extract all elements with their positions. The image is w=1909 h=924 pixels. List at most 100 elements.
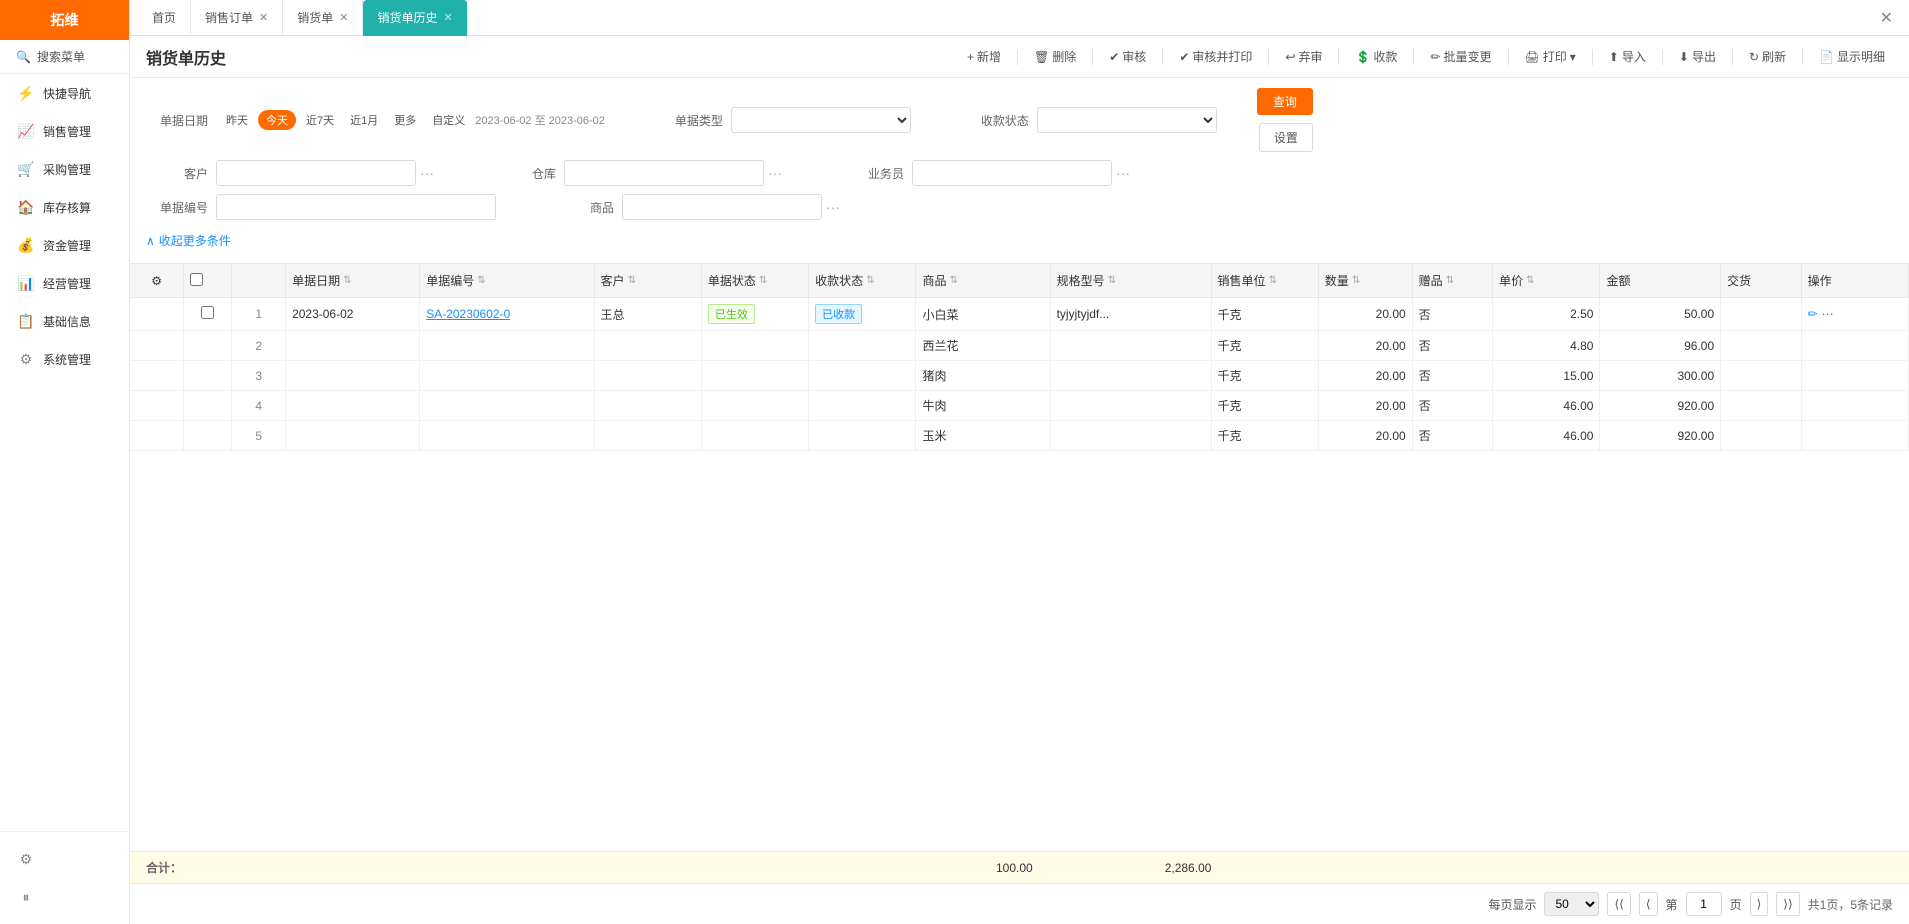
sidebar-item-sys-mgmt[interactable]: ⚙系统管理 bbox=[0, 340, 129, 378]
sidebar-search[interactable]: 🔍 搜索菜单 bbox=[0, 40, 129, 74]
product-select-icon[interactable]: ··· bbox=[822, 199, 844, 215]
toolbar-sep bbox=[1162, 49, 1163, 65]
date-shortcut-today[interactable]: 今天 bbox=[258, 110, 296, 130]
cell-check-2[interactable] bbox=[184, 361, 232, 391]
next-page-btn[interactable]: ⟩ bbox=[1750, 892, 1769, 916]
first-page-btn[interactable]: ⟨⟨ bbox=[1607, 892, 1630, 916]
tab-sales-order[interactable]: 销售订单✕ bbox=[191, 0, 283, 36]
th-gift[interactable]: 赠品⇅ bbox=[1412, 264, 1492, 298]
sidebar-item-quick-nav[interactable]: ⚡快捷导航 bbox=[0, 74, 129, 112]
th-recvstatus[interactable]: 收款状态⇅ bbox=[809, 264, 916, 298]
cell-customer-4 bbox=[594, 421, 701, 451]
sidebar-item-purchase-mgmt[interactable]: 🛒采购管理 bbox=[0, 150, 129, 188]
cell-code-0[interactable]: SA-20230602-0 bbox=[420, 298, 594, 331]
cell-spec-1 bbox=[1050, 331, 1211, 361]
docstatus-badge-0: 已生效 bbox=[708, 304, 755, 324]
tab-bar: 首页销售订单✕销货单✕销货单历史✕✕ bbox=[130, 0, 1909, 36]
toolbar-sep bbox=[1802, 49, 1803, 65]
cell-check-0[interactable] bbox=[184, 298, 232, 331]
toolbar-btn-export[interactable]: ⬇导出 bbox=[1671, 44, 1724, 69]
close-tab-sales-order[interactable]: ✕ bbox=[259, 11, 268, 24]
th-spec[interactable]: 规格型号⇅ bbox=[1050, 264, 1211, 298]
customer-select-icon[interactable]: ··· bbox=[416, 165, 438, 181]
tab-sales-history[interactable]: 销货单历史✕ bbox=[363, 0, 467, 36]
cell-check-4[interactable] bbox=[184, 421, 232, 451]
toolbar-btn-refresh[interactable]: ↻刷新 bbox=[1741, 44, 1794, 69]
cell-check-3[interactable] bbox=[184, 391, 232, 421]
th-gear[interactable]: ⚙ bbox=[130, 264, 184, 298]
toolbar-btn-review[interactable]: ✔审核 bbox=[1101, 44, 1154, 69]
cell-gift-0: 否 bbox=[1412, 298, 1492, 331]
th-price[interactable]: 单价⇅ bbox=[1493, 264, 1600, 298]
code-link-0[interactable]: SA-20230602-0 bbox=[426, 307, 510, 321]
sidebar-item-basic-info[interactable]: 📋基础信息 bbox=[0, 302, 129, 340]
cell-qty-4: 20.00 bbox=[1318, 421, 1412, 451]
sidebar-item-inventory[interactable]: 🏠库存核算 bbox=[0, 188, 129, 226]
filter-group-salesperson: 业务员 ··· bbox=[842, 160, 1134, 186]
prev-page-btn[interactable]: ⟨ bbox=[1639, 892, 1658, 916]
toolbar-btn-import[interactable]: ⬆导入 bbox=[1601, 44, 1654, 69]
toolbar-btn-abandon[interactable]: ↩弃审 bbox=[1277, 44, 1330, 69]
th-product[interactable]: 商品⇅ bbox=[916, 264, 1050, 298]
sort-unit-icon: ⇅ bbox=[1269, 275, 1277, 286]
chevron-up-icon: ∧ bbox=[146, 234, 155, 248]
sidebar-item-bottom2[interactable]: ⏸ bbox=[0, 878, 129, 916]
cell-product-4: 玉米 bbox=[916, 421, 1050, 451]
product-input[interactable] bbox=[622, 194, 822, 220]
th-unit[interactable]: 销售单位⇅ bbox=[1211, 264, 1318, 298]
toolbar-btn-add[interactable]: +新增 bbox=[959, 44, 1009, 69]
tab-home[interactable]: 首页 bbox=[138, 0, 191, 36]
close-all-tabs[interactable]: ✕ bbox=[1872, 8, 1901, 28]
th-docstatus[interactable]: 单据状态⇅ bbox=[701, 264, 808, 298]
th-date[interactable]: 单据日期⇅ bbox=[286, 264, 420, 298]
edit-btn-0[interactable]: ✏ bbox=[1808, 307, 1818, 321]
date-shortcut-last7[interactable]: 近7天 bbox=[300, 110, 340, 130]
toolbar-btn-delete[interactable]: 🗑删除 bbox=[1026, 44, 1084, 69]
doctype-select[interactable] bbox=[731, 107, 911, 133]
collapse-button[interactable]: ∧ 收起更多条件 bbox=[146, 228, 1893, 253]
date-shortcut-more[interactable]: 更多 bbox=[388, 110, 422, 130]
close-tab-sales-delivery[interactable]: ✕ bbox=[339, 11, 348, 24]
toolbar-btn-batch-change[interactable]: ✏批量变更 bbox=[1422, 44, 1499, 69]
th-qty[interactable]: 数量⇅ bbox=[1318, 264, 1412, 298]
th-code[interactable]: 单据编号⇅ bbox=[420, 264, 594, 298]
review-icon: ✔ bbox=[1109, 50, 1119, 64]
sidebar-item-ops-mgmt[interactable]: 📊经营管理 bbox=[0, 264, 129, 302]
more-btn-0[interactable]: ⋯ bbox=[1822, 307, 1834, 321]
sidebar-item-finance[interactable]: 💰资金管理 bbox=[0, 226, 129, 264]
query-button[interactable]: 查询 bbox=[1257, 88, 1313, 115]
sidebar-item-bottom1[interactable]: ⚙ bbox=[0, 840, 129, 878]
tab-sales-delivery[interactable]: 销货单✕ bbox=[283, 0, 363, 36]
cell-code-4 bbox=[420, 421, 594, 451]
last-page-btn[interactable]: ⟩⟩ bbox=[1776, 892, 1799, 916]
date-shortcut-yesterday[interactable]: 昨天 bbox=[220, 110, 254, 130]
customer-input[interactable] bbox=[216, 160, 416, 186]
close-tab-sales-history[interactable]: ✕ bbox=[444, 11, 453, 24]
page-size-select[interactable]: 2050100 bbox=[1544, 892, 1599, 916]
th-customer[interactable]: 客户⇅ bbox=[594, 264, 701, 298]
docno-input[interactable] bbox=[216, 194, 496, 220]
cell-qty-1: 20.00 bbox=[1318, 331, 1412, 361]
sidebar-item-sales-mgmt[interactable]: 📈销售管理 bbox=[0, 112, 129, 150]
recvstatus-select[interactable] bbox=[1037, 107, 1217, 133]
settings-button[interactable]: 设置 bbox=[1259, 123, 1313, 152]
toolbar-btn-show-detail[interactable]: 📄显示明细 bbox=[1811, 44, 1893, 69]
warehouse-select-icon[interactable]: ··· bbox=[764, 165, 786, 181]
row-checkbox-0[interactable] bbox=[201, 306, 214, 319]
date-shortcut-last_month[interactable]: 近1月 bbox=[344, 110, 384, 130]
date-shortcut-custom[interactable]: 自定义 bbox=[426, 110, 471, 130]
toolbar-btn-collect[interactable]: 💲收款 bbox=[1347, 44, 1405, 69]
salesperson-select-icon[interactable]: ··· bbox=[1112, 165, 1134, 181]
select-all-checkbox[interactable] bbox=[190, 273, 203, 286]
page-input[interactable] bbox=[1686, 892, 1722, 916]
cell-code-1 bbox=[420, 331, 594, 361]
toolbar-btn-print[interactable]: 🖨打印▾ bbox=[1517, 44, 1584, 69]
cell-date-3 bbox=[286, 391, 420, 421]
toolbar-btn-review-print[interactable]: ✔审核并打印 bbox=[1171, 44, 1260, 69]
cell-price-3: 46.00 bbox=[1493, 391, 1600, 421]
cell-spec-3 bbox=[1050, 391, 1211, 421]
warehouse-input[interactable] bbox=[564, 160, 764, 186]
cell-check-1[interactable] bbox=[184, 331, 232, 361]
salesperson-input[interactable] bbox=[912, 160, 1112, 186]
pause-icon: ⏸ bbox=[17, 888, 35, 906]
